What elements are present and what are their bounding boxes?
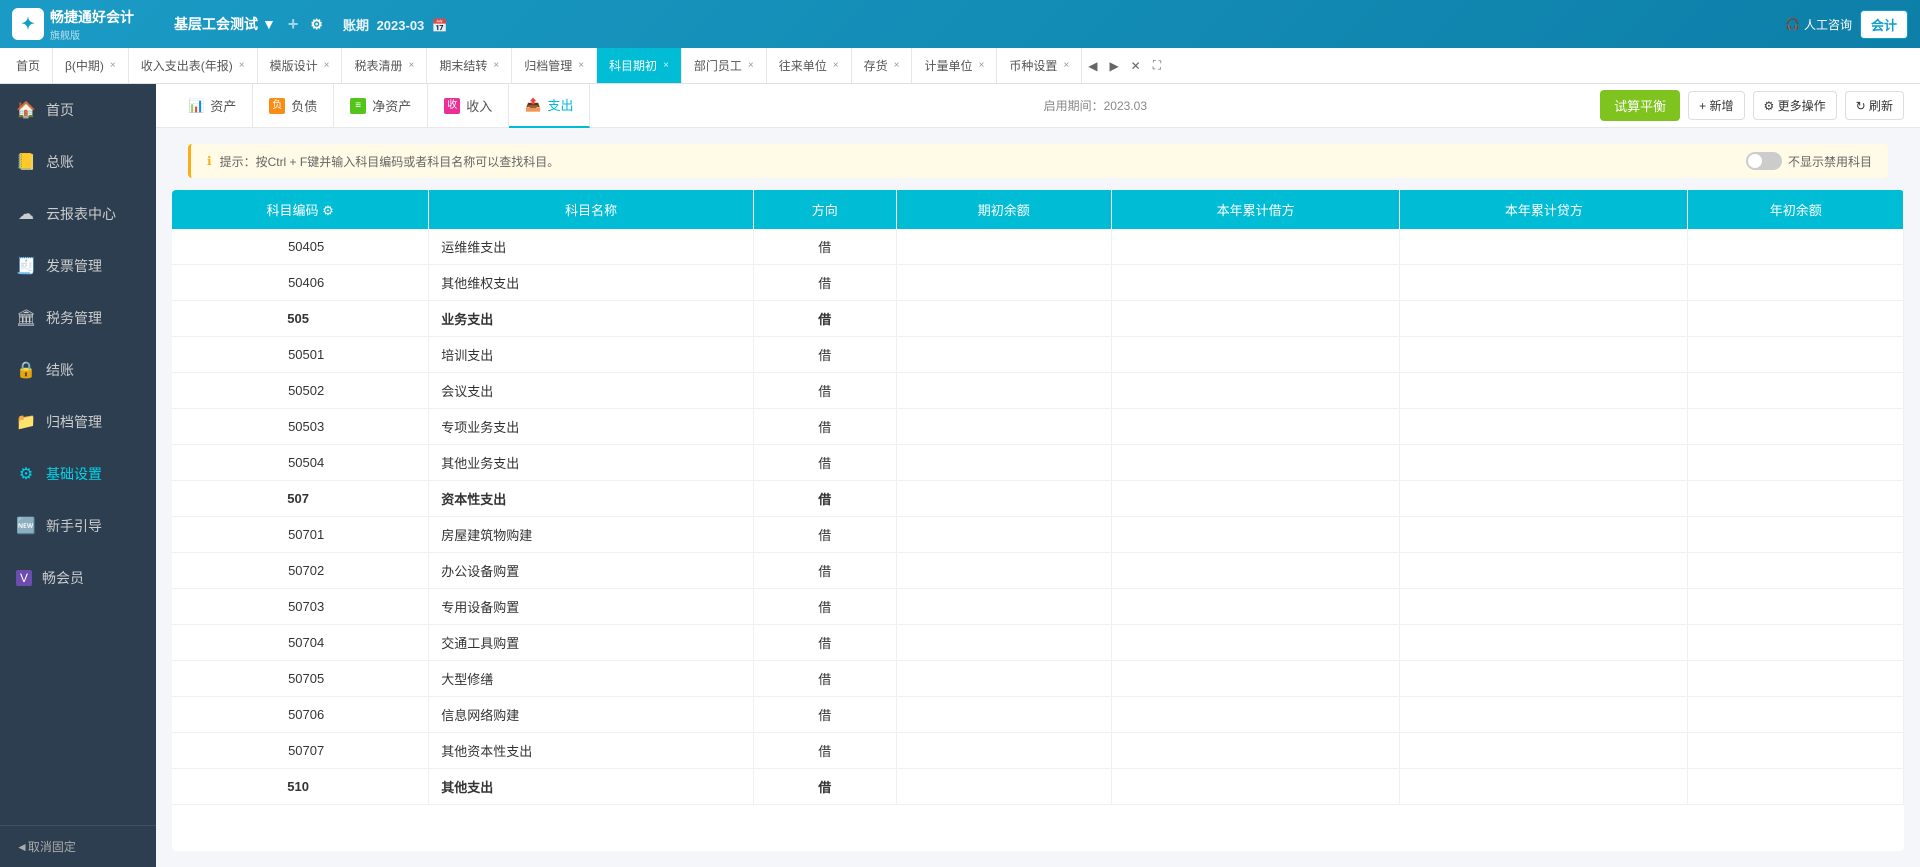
tab-home[interactable]: 首页 — [4, 48, 53, 84]
tab-subject-init[interactable]: 科目期初 × — [597, 48, 682, 84]
tab-department[interactable]: 部门员工 × — [682, 48, 767, 84]
tab-unit[interactable]: 往来单位 × — [767, 48, 852, 84]
logo-sub: 旗舰版 — [50, 27, 134, 42]
archive-icon: 📁 — [16, 412, 36, 432]
main-layout: 🏠 首页 📒 总账 ☁ 云报表中心 🧾 发票管理 🏛 税务管理 🔒 结账 📁 归… — [0, 84, 1920, 867]
tab-bar: 首页 β(中期) × 收入支出表(年报) × 模版设计 × 税表清册 × 期末结… — [0, 48, 1920, 84]
table-row[interactable]: 50501 培训支出 借 — [172, 337, 1904, 373]
guide-icon: 🆕 — [16, 516, 36, 536]
top-header: ✦ 畅捷通好会计 旗舰版 基层工会测试 ▼ + ⚙ 账期 2023-03 📅 🎧… — [0, 0, 1920, 48]
col-direction: 方向 — [753, 190, 896, 229]
more-actions-button[interactable]: ⚙ 更多操作 — [1753, 91, 1837, 120]
table-row[interactable]: 50705 大型修缮 借 — [172, 661, 1904, 697]
sidebar-item-ledger[interactable]: 📒 总账 — [0, 136, 156, 188]
logo-icon: ✦ — [12, 8, 44, 40]
sidebar-item-settings[interactable]: ⚙ 基础设置 — [0, 448, 156, 500]
table-row[interactable]: 50703 专用设备购置 借 — [172, 589, 1904, 625]
kuaiji-button[interactable]: 会计 — [1860, 10, 1908, 39]
logo-area: ✦ 畅捷通好会计 旗舰版 — [12, 7, 162, 42]
tab-inventory[interactable]: 存货 × — [852, 48, 913, 84]
tab-nav-prev[interactable]: ◀ — [1082, 59, 1103, 73]
tab-nav-next[interactable]: ▶ — [1103, 59, 1124, 73]
sidebar-item-invoice[interactable]: 🧾 发票管理 — [0, 240, 156, 292]
ai-consult-button[interactable]: 🎧 人工咨询 — [1785, 16, 1852, 33]
table-row[interactable]: 50502 会议支出 借 — [172, 373, 1904, 409]
closing-icon: 🔒 — [16, 360, 36, 380]
table-row[interactable]: 50503 专项业务支出 借 — [172, 409, 1904, 445]
notice-icon: ℹ — [207, 154, 212, 168]
period-display: 启用期间：2023.03 — [1044, 97, 1147, 114]
sidebar-item-guide[interactable]: 🆕 新手引导 — [0, 500, 156, 552]
col-ytd-credit: 本年累计贷方 — [1400, 190, 1688, 229]
tab-archive[interactable]: 归档管理 × — [512, 48, 597, 84]
col-code: 科目编码 ⚙ — [172, 190, 429, 229]
report-icon: ☁ — [16, 204, 36, 224]
filter-tab-net-asset[interactable]: ≡ 净资产 — [334, 84, 428, 128]
sidebar-cancel-fixed[interactable]: ◄取消固定 — [0, 825, 156, 867]
tax-icon: 🏛 — [16, 308, 36, 328]
tab-tax[interactable]: 税表清册 × — [342, 48, 427, 84]
content-area: 📊 资产 负 负债 ≡ 净资产 收 收入 📤 支出 启用期间：2023.03 试… — [156, 84, 1920, 867]
table-row[interactable]: 50707 其他资本性支出 借 — [172, 733, 1904, 769]
header-actions: 🎧 人工咨询 会计 — [1785, 10, 1908, 39]
col-opening: 期初余额 — [896, 190, 1111, 229]
notice-text: 提示：按Ctrl + F键并输入科目编码或者科目名称可以查找科目。 — [220, 153, 560, 170]
table-row[interactable]: 50405 运维维支出 借 — [172, 229, 1904, 265]
sidebar-item-member[interactable]: V 畅会员 — [0, 552, 156, 604]
refresh-button[interactable]: ↻ 刷新 — [1845, 91, 1904, 120]
calc-balance-button[interactable]: 试算平衡 — [1600, 90, 1680, 121]
home-icon: 🏠 — [16, 100, 36, 120]
col-ytd-debit: 本年累计借方 — [1112, 190, 1400, 229]
tab-period-end[interactable]: 期末结转 × — [427, 48, 512, 84]
sidebar: 🏠 首页 📒 总账 ☁ 云报表中心 🧾 发票管理 🏛 税务管理 🔒 结账 📁 归… — [0, 84, 156, 867]
filter-tab-income[interactable]: 收 收入 — [428, 84, 509, 128]
company-name[interactable]: 基层工会测试 ▼ + ⚙ 账期 2023-03 📅 — [174, 14, 448, 35]
toggle-disabled-subjects[interactable] — [1746, 152, 1782, 170]
table-row[interactable]: 50704 交通工具购置 借 — [172, 625, 1904, 661]
filter-tab-liability[interactable]: 负 负债 — [253, 84, 334, 128]
settings-nav-icon: ⚙ — [16, 464, 36, 484]
filter-tabs: 📊 资产 负 负债 ≡ 净资产 收 收入 📤 支出 启用期间：2023.03 试… — [156, 84, 1920, 128]
filter-tab-asset[interactable]: 📊 资产 — [172, 84, 253, 128]
subjects-table: 科目编码 ⚙ 科目名称 方向 期初余额 本年累计借方 本年累计贷方 年初余额 5… — [172, 190, 1904, 805]
filter-tab-expense[interactable]: 📤 支出 — [509, 84, 590, 128]
table-row[interactable]: 510 其他支出 借 — [172, 769, 1904, 805]
invoice-icon: 🧾 — [16, 256, 36, 276]
logo-text: 畅捷通好会计 — [50, 7, 134, 27]
tab-expand[interactable]: ⛶ — [1147, 58, 1167, 73]
tab-income[interactable]: 收入支出表(年报) × — [129, 48, 258, 84]
sidebar-item-archive[interactable]: 📁 归档管理 — [0, 396, 156, 448]
settings-icon[interactable]: ⚙ — [310, 16, 323, 33]
table-container[interactable]: 科目编码 ⚙ 科目名称 方向 期初余额 本年累计借方 本年累计贷方 年初余额 5… — [172, 190, 1904, 851]
table-row[interactable]: 50702 办公设备购置 借 — [172, 553, 1904, 589]
notice-bar: ℹ 提示：按Ctrl + F键并输入科目编码或者科目名称可以查找科目。 不显示禁… — [188, 144, 1888, 178]
table-row[interactable]: 507 资本性支出 借 — [172, 481, 1904, 517]
table-row[interactable]: 50706 信息网络购建 借 — [172, 697, 1904, 733]
table-row[interactable]: 50504 其他业务支出 借 — [172, 445, 1904, 481]
toolbar-right: 试算平衡 + 新增 ⚙ 更多操作 ↻ 刷新 — [1600, 90, 1904, 121]
sidebar-item-closing[interactable]: 🔒 结账 — [0, 344, 156, 396]
tab-measure[interactable]: 计量单位 × — [912, 48, 997, 84]
tab-currency[interactable]: 币种设置 × — [997, 48, 1082, 84]
ledger-icon: 📒 — [16, 152, 36, 172]
table-row[interactable]: 505 业务支出 借 — [172, 301, 1904, 337]
table-row[interactable]: 50406 其他维权支出 借 — [172, 265, 1904, 301]
sidebar-item-report[interactable]: ☁ 云报表中心 — [0, 188, 156, 240]
add-button[interactable]: + 新增 — [1688, 91, 1744, 120]
col-name: 科目名称 — [429, 190, 754, 229]
tab-close-all[interactable]: ✕ — [1125, 59, 1147, 73]
sidebar-item-home[interactable]: 🏠 首页 — [0, 84, 156, 136]
tab-template[interactable]: 模版设计 × — [258, 48, 343, 84]
table-row[interactable]: 50701 房屋建筑物购建 借 — [172, 517, 1904, 553]
member-icon: V — [16, 570, 32, 586]
toggle-label: 不显示禁用科目 — [1788, 153, 1872, 170]
tab-period[interactable]: β(中期) × — [53, 48, 129, 84]
col-year-opening: 年初余额 — [1688, 190, 1904, 229]
sidebar-item-tax[interactable]: 🏛 税务管理 — [0, 292, 156, 344]
